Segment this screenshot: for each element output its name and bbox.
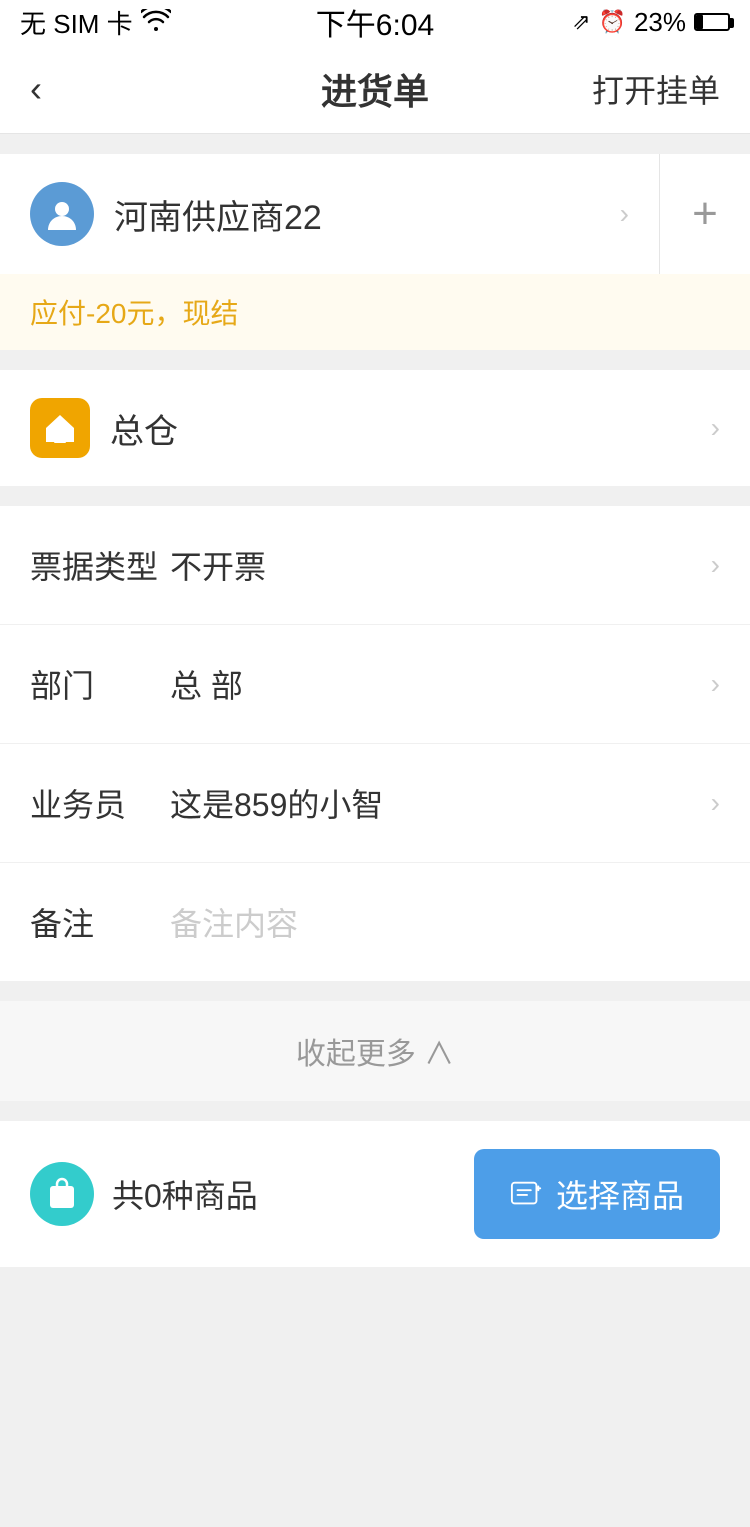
product-count-wrap: 共0种商品	[30, 1162, 258, 1226]
warehouse-chevron-icon: ›	[711, 412, 720, 444]
department-chevron: ›	[711, 668, 720, 700]
supplier-name: 河南供应商22	[114, 190, 610, 239]
status-right: ⇗ ⏰ 23%	[572, 7, 730, 38]
salesperson-row[interactable]: 业务员 这是859的小智 ›	[0, 744, 750, 863]
salesperson-label: 业务员	[30, 780, 170, 826]
add-product-icon	[510, 1177, 544, 1211]
supplier-selector[interactable]: 河南供应商22 ›	[0, 154, 660, 274]
status-bar: 无 SIM 卡 下午6:04 ⇗ ⏰ 23%	[0, 0, 750, 44]
open-pending-button[interactable]: 打开挂单	[592, 66, 720, 112]
invoice-type-label: 票据类型	[30, 542, 170, 588]
notice-banner: 应付-20元，现结	[0, 274, 750, 350]
select-product-button[interactable]: 选择商品	[474, 1149, 720, 1239]
warehouse-icon	[30, 398, 90, 458]
add-supplier-button[interactable]: +	[660, 154, 750, 274]
department-value: 总 部	[170, 661, 701, 707]
product-bag-icon	[30, 1162, 94, 1226]
back-button[interactable]: ‹	[30, 68, 42, 110]
collapse-button[interactable]: 收起更多 ∧	[0, 1001, 750, 1101]
salesperson-chevron: ›	[711, 787, 720, 819]
salesperson-value: 这是859的小智	[170, 780, 701, 826]
collapse-label: 收起更多 ∧	[296, 1029, 454, 1073]
warehouse-name: 总仓	[110, 404, 701, 453]
alarm-icon: ⏰	[599, 9, 626, 35]
status-time: 下午6:04	[316, 0, 434, 44]
remarks-placeholder: 备注内容	[170, 899, 720, 945]
home-icon	[43, 411, 77, 445]
warehouse-selector[interactable]: 总仓 ›	[0, 370, 750, 486]
notice-text: 应付-20元，现结	[30, 298, 238, 329]
department-row[interactable]: 部门 总 部 ›	[0, 625, 750, 744]
form-section: 票据类型 不开票 › 部门 总 部 › 业务员 这是859的小智 › 备注 备注…	[0, 506, 750, 981]
wifi-icon	[141, 6, 171, 38]
invoice-type-row[interactable]: 票据类型 不开票 ›	[0, 506, 750, 625]
chevron-right-icon: ›	[620, 198, 629, 230]
supplier-avatar	[30, 182, 94, 246]
person-icon	[44, 196, 80, 232]
product-count-text: 共0种商品	[112, 1171, 258, 1217]
page-rest	[0, 1267, 750, 1527]
status-left: 无 SIM 卡	[20, 4, 171, 41]
invoice-type-chevron: ›	[711, 549, 720, 581]
remarks-label: 备注	[30, 899, 170, 945]
shopping-bag-icon	[44, 1176, 80, 1212]
remarks-row[interactable]: 备注 备注内容	[0, 863, 750, 981]
battery-text: 23%	[634, 7, 686, 38]
section-gap-1	[0, 134, 750, 154]
supplier-section: 河南供应商22 › +	[0, 154, 750, 274]
location-icon: ⇗	[572, 9, 590, 35]
select-product-label: 选择商品	[556, 1171, 684, 1217]
battery-icon	[694, 13, 730, 31]
invoice-type-value: 不开票	[170, 542, 701, 588]
bottom-bar: 共0种商品 选择商品	[0, 1121, 750, 1267]
carrier-label: 无 SIM 卡	[20, 4, 133, 41]
nav-bar: ‹ 进货单 打开挂单	[0, 44, 750, 134]
department-label: 部门	[30, 661, 170, 707]
page-title: 进货单	[321, 63, 429, 115]
